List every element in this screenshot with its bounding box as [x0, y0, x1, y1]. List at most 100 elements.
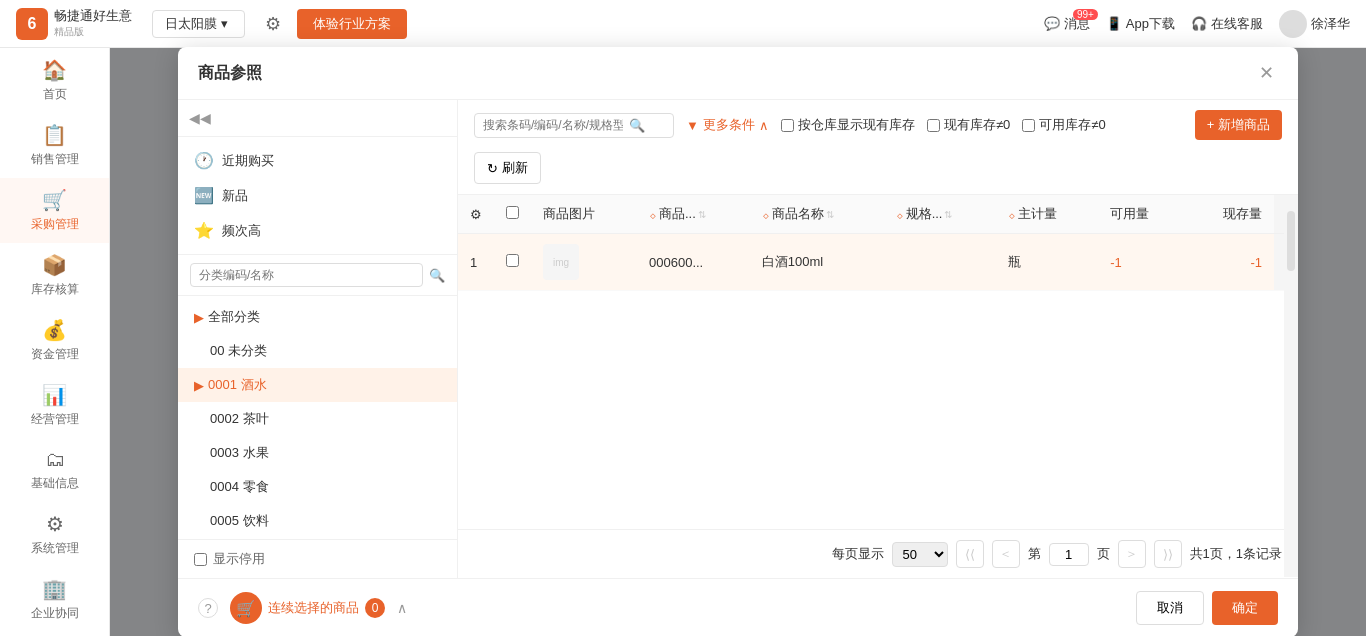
top-header: 6 畅捷通好生意 精品版 日太阳膜 ▾ ⚙ 体验行业方案 💬 消息 99+ 📱 … [0, 0, 1366, 48]
more-filter-button[interactable]: ▼ 更多条件 ∧ [686, 116, 769, 134]
select-all-checkbox[interactable] [506, 206, 519, 219]
product-search-box: 🔍 [474, 113, 674, 138]
finance-icon: 💰 [42, 318, 67, 342]
available-ne0-checkbox-label[interactable]: 现有库存≠0 [927, 116, 1010, 134]
sidebar-item-operation[interactable]: 📊 经营管理 [0, 373, 109, 438]
refresh-icon: ↻ [487, 161, 498, 176]
category-all[interactable]: ▶ 全部分类 [178, 300, 457, 334]
home-icon: 🏠 [42, 58, 67, 82]
filter-icon: ▼ [686, 118, 699, 133]
category-search-icon[interactable]: 🔍 [429, 268, 445, 283]
enterprise-icon: 🏢 [42, 577, 67, 601]
right-panel: 🔍 ▼ 更多条件 ∧ 按仓库显示现有库存 [458, 100, 1298, 578]
warehouse-display-checkbox[interactable] [781, 119, 794, 132]
category-0004[interactable]: 0004 零食 [178, 470, 457, 504]
next-page-button[interactable]: ＞ [1118, 540, 1146, 568]
messages-btn[interactable]: 💬 消息 99+ [1044, 15, 1090, 33]
sidebar-item-sales[interactable]: 📋 销售管理 [0, 113, 109, 178]
sidebar-item-guide[interactable]: 🆕 新手引导 [0, 632, 109, 636]
cell-check[interactable] [494, 234, 531, 291]
user-profile[interactable]: 徐泽华 [1279, 10, 1350, 38]
table-row[interactable]: 1 img 000600... 白酒100ml 瓶 -1 [458, 234, 1298, 291]
quick-nav-new[interactable]: 🆕 新品 [178, 178, 457, 213]
sidebar-item-purchase[interactable]: 🛒 采购管理 [0, 178, 109, 243]
vertical-scrollbar[interactable] [1284, 207, 1298, 529]
sort-name-arrows: ⇅ [826, 209, 834, 220]
collapse-left-panel-button[interactable]: ◀◀ [190, 110, 210, 126]
pagination: 每页显示 50 100 200 ⟨⟨ ＜ 第 页 ＞ ⟩⟩ 共1页，1 [458, 529, 1298, 578]
modal-body: ◀◀ 🕐 近期购买 🆕 新品 ⭐ 频次高 [178, 100, 1298, 578]
cell-no: 1 [458, 234, 494, 291]
category-0003[interactable]: 0003 水果 [178, 436, 457, 470]
footer-right: 取消 确定 [1136, 591, 1278, 625]
sidebar-item-home[interactable]: 🏠 首页 [0, 48, 109, 113]
product-thumbnail: img [543, 244, 579, 280]
warehouse-display-checkbox-label[interactable]: 按仓库显示现有库存 [781, 116, 915, 134]
category-search-input[interactable] [190, 263, 423, 287]
refresh-button[interactable]: ↻ 刷新 [474, 152, 541, 184]
experience-btn[interactable]: 体验行业方案 [297, 9, 407, 39]
prev-page-button[interactable]: ＜ [992, 540, 1020, 568]
available-ne0-checkbox[interactable] [927, 119, 940, 132]
sort-spec-arrows: ⇅ [944, 209, 952, 220]
product-search-icon[interactable]: 🔍 [629, 118, 645, 133]
category-0001[interactable]: ▶ 0001 酒水 [178, 368, 457, 402]
modal-footer: ? 🛒 连续选择的商品 0 ∧ 取消 确定 [178, 578, 1298, 636]
product-search-input[interactable] [483, 118, 623, 132]
footer-collapse-arrow[interactable]: ∧ [397, 600, 407, 616]
cell-code: 000600... [637, 234, 750, 291]
settings-icon[interactable]: ⚙ [257, 8, 289, 40]
quick-nav-frequent[interactable]: ⭐ 频次高 [178, 213, 457, 248]
message-icon: 💬 [1044, 16, 1060, 31]
sort-code-icon: ⬦ [649, 207, 657, 222]
col-check[interactable] [494, 195, 531, 234]
col-code[interactable]: ⬦ 商品... ⇅ [637, 195, 750, 234]
sidebar-item-enterprise[interactable]: 🏢 企业协同 [0, 567, 109, 632]
product-table-container: ⚙ 商品图片 ⬦ [458, 195, 1298, 529]
confirm-button[interactable]: 确定 [1212, 591, 1278, 625]
recent-icon: 🕐 [194, 151, 214, 170]
sort-unit-icon: ⬦ [1008, 207, 1016, 222]
phone-icon: 📱 [1106, 16, 1122, 31]
sidebar-item-finance[interactable]: 💰 资金管理 [0, 308, 109, 373]
cell-stock: -1 [1186, 234, 1274, 291]
col-settings[interactable]: ⚙ [458, 195, 494, 234]
add-product-button[interactable]: + 新增商品 [1195, 110, 1282, 140]
expand-all-icon: ▶ [194, 310, 204, 325]
category-0002[interactable]: 0002 茶叶 [178, 402, 457, 436]
first-page-button[interactable]: ⟨⟨ [956, 540, 984, 568]
logo-area: 6 畅捷通好生意 精品版 [16, 8, 132, 40]
page-number-input[interactable] [1049, 543, 1089, 566]
usable-ne0-checkbox-label[interactable]: 可用库存≠0 [1022, 116, 1105, 134]
col-name[interactable]: ⬦ 商品名称 ⇅ [750, 195, 884, 234]
cart-icon[interactable]: 🛒 [230, 592, 262, 624]
store-selector[interactable]: 日太阳膜 ▾ [152, 10, 245, 38]
content-area: 商品参照 ✕ ◀◀ 🕐 近期购买 [110, 48, 1366, 636]
quick-nav-recent[interactable]: 🕐 近期购买 [178, 143, 457, 178]
help-icon[interactable]: ? [198, 598, 218, 618]
sidebar-item-stock[interactable]: 📦 库存核算 [0, 243, 109, 308]
sidebar-item-base[interactable]: 🗂 基础信息 [0, 438, 109, 502]
product-table: ⚙ 商品图片 ⬦ [458, 195, 1298, 291]
cancel-button[interactable]: 取消 [1136, 591, 1204, 625]
show-disabled-checkbox[interactable] [194, 553, 207, 566]
show-disabled-row: 显示停用 [178, 539, 457, 578]
cell-spec [884, 234, 997, 291]
app-download-btn[interactable]: 📱 App下载 [1106, 15, 1175, 33]
col-unit[interactable]: ⬦ 主计量 [996, 195, 1098, 234]
online-service-btn[interactable]: 🎧 在线客服 [1191, 15, 1263, 33]
page-size-select[interactable]: 50 100 200 [892, 542, 948, 567]
base-icon: 🗂 [45, 448, 65, 471]
category-00[interactable]: 00 未分类 [178, 334, 457, 368]
table-header-row: ⚙ 商品图片 ⬦ [458, 195, 1298, 234]
sidebar-item-system[interactable]: ⚙ 系统管理 [0, 502, 109, 567]
avatar [1279, 10, 1307, 38]
col-spec[interactable]: ⬦ 规格... ⇅ [884, 195, 997, 234]
product-toolbar: 🔍 ▼ 更多条件 ∧ 按仓库显示现有库存 [458, 100, 1298, 195]
row-checkbox[interactable] [506, 254, 519, 267]
last-page-button[interactable]: ⟩⟩ [1154, 540, 1182, 568]
category-0005[interactable]: 0005 饮料 [178, 504, 457, 538]
modal-close-button[interactable]: ✕ [1254, 61, 1278, 85]
scrollbar-thumb [1287, 211, 1295, 271]
usable-ne0-checkbox[interactable] [1022, 119, 1035, 132]
